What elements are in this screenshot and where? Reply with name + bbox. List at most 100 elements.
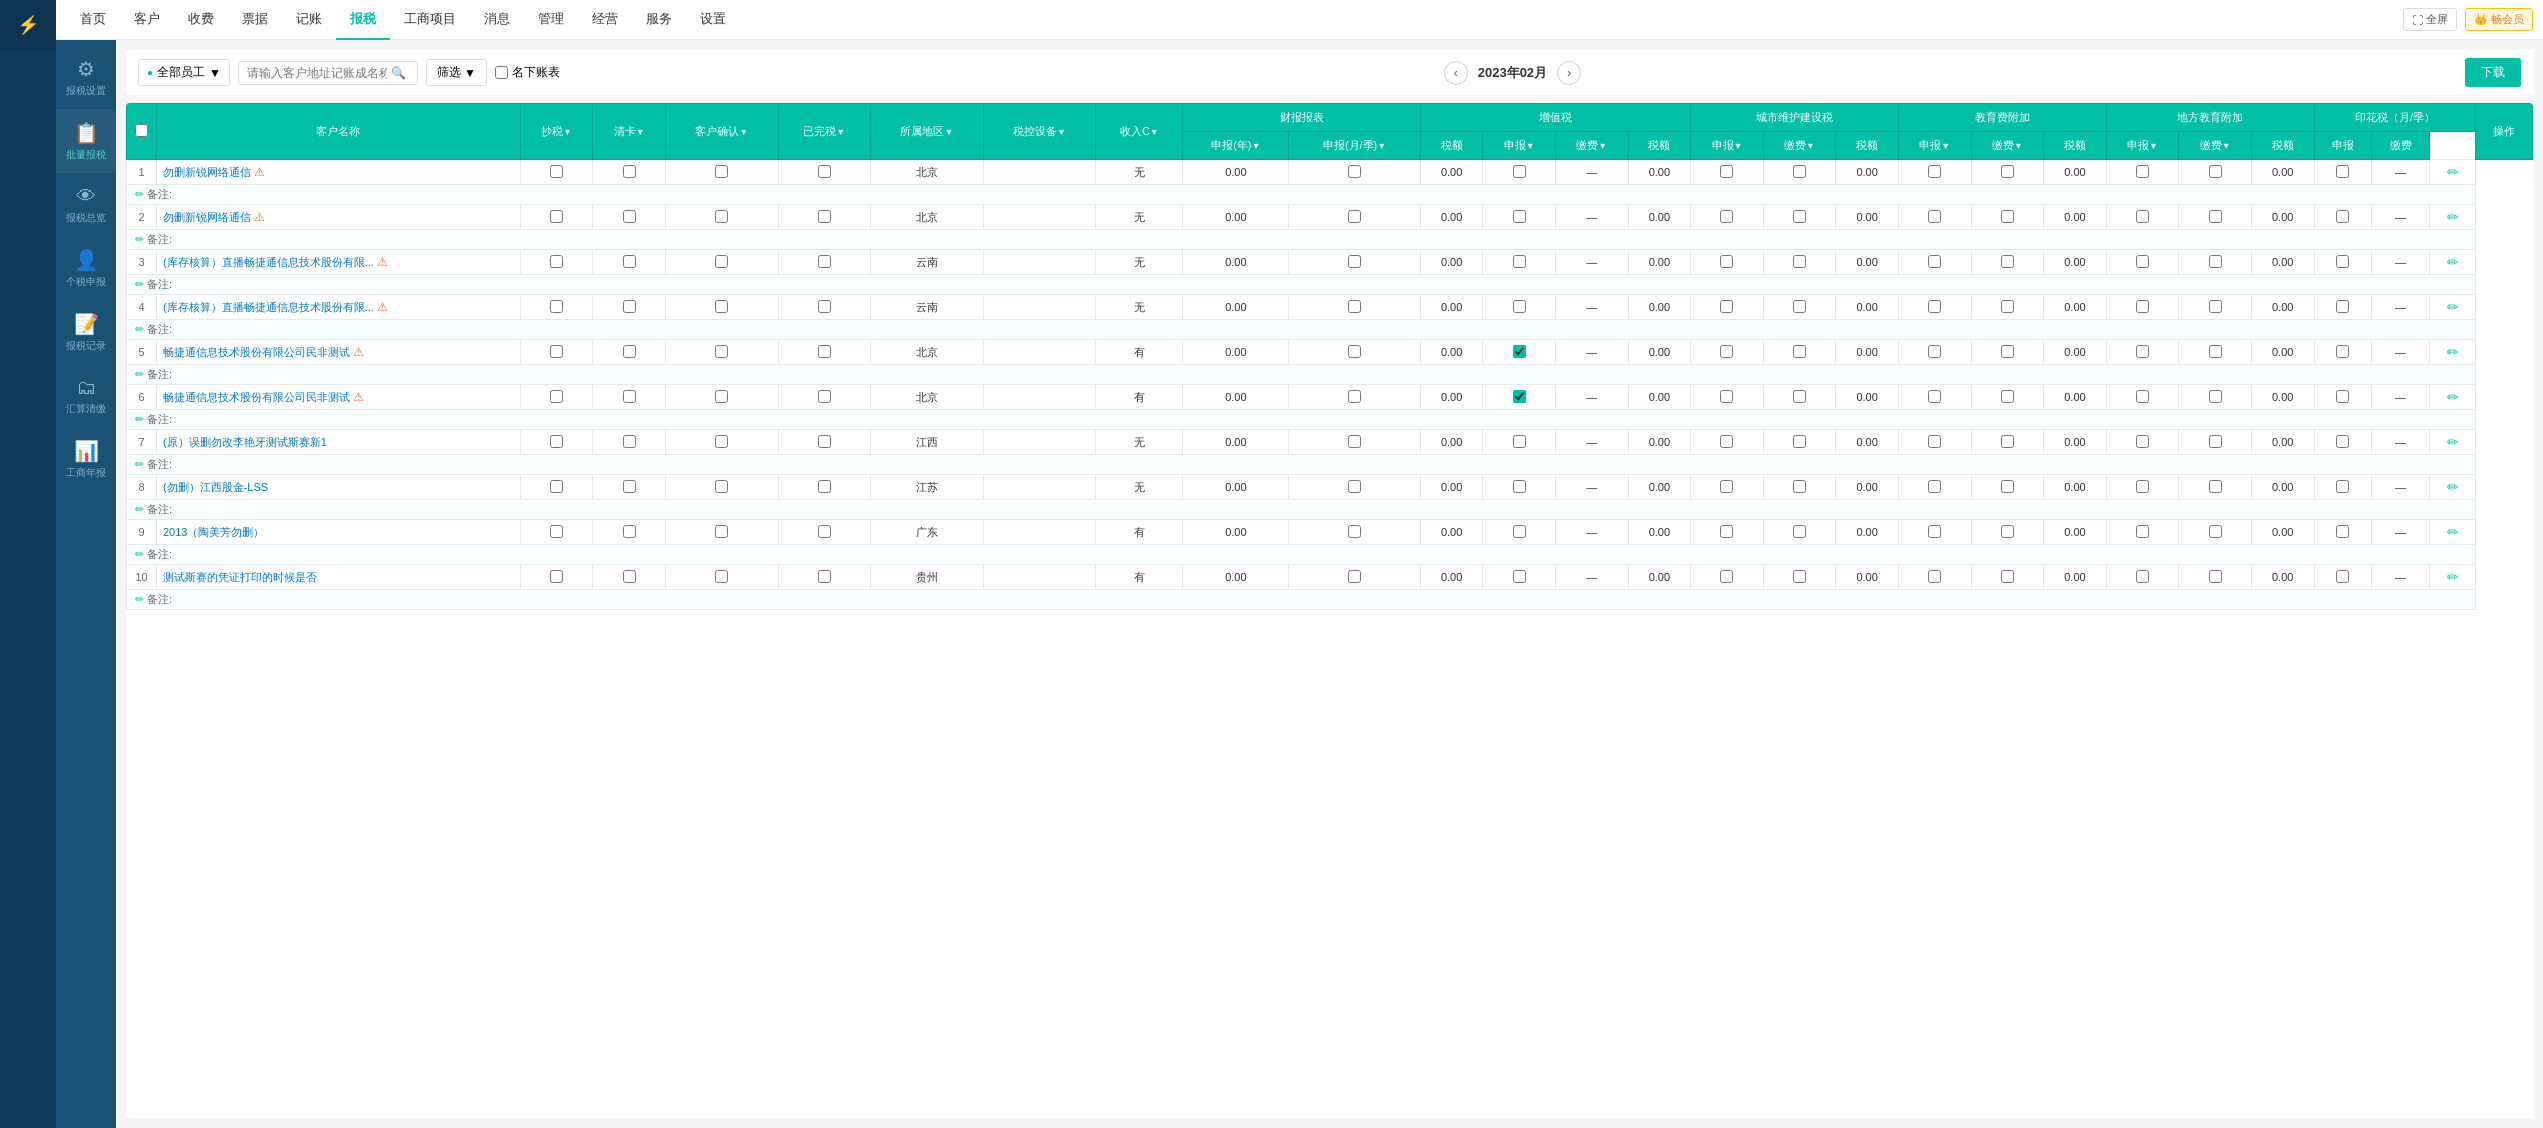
vat-declare-checkbox[interactable] bbox=[1513, 210, 1526, 223]
note-edit-icon[interactable]: ✏ bbox=[135, 233, 144, 245]
fin-year-checkbox[interactable] bbox=[1348, 570, 1361, 583]
city-declare-checkbox[interactable] bbox=[1720, 570, 1733, 583]
edu-pay-checkbox[interactable] bbox=[2001, 210, 2014, 223]
city-pay-checkbox[interactable] bbox=[1793, 435, 1806, 448]
chaoshui-checkbox[interactable] bbox=[550, 390, 563, 403]
vat-declare-checkbox[interactable] bbox=[1513, 480, 1526, 493]
edit-icon[interactable]: ✏ bbox=[2447, 524, 2459, 540]
sec-personal-tax[interactable]: 👤 个税申报 bbox=[56, 236, 116, 300]
nav-settings[interactable]: 设置 bbox=[686, 0, 740, 40]
note-edit-icon[interactable]: ✏ bbox=[135, 503, 144, 515]
note-edit-icon[interactable]: ✏ bbox=[135, 413, 144, 425]
client-link[interactable]: 2013（陶美芳勿删） bbox=[163, 526, 264, 538]
client-link[interactable]: 畅捷通信息技术股份有限公司民非测试 bbox=[163, 391, 350, 403]
client-link[interactable]: 测试斯赛的凭证打印的时候是否 bbox=[163, 571, 317, 583]
stamp-declare-checkbox[interactable] bbox=[2336, 165, 2349, 178]
localedu-pay-checkbox[interactable] bbox=[2209, 525, 2222, 538]
city-declare-checkbox[interactable] bbox=[1720, 255, 1733, 268]
city-pay-checkbox[interactable] bbox=[1793, 570, 1806, 583]
note-edit-icon[interactable]: ✏ bbox=[135, 188, 144, 200]
client-link[interactable]: 勿删新锐网络通信 bbox=[163, 166, 251, 178]
vat-declare-checkbox[interactable] bbox=[1513, 570, 1526, 583]
edit-icon[interactable]: ✏ bbox=[2447, 434, 2459, 450]
edu-declare-checkbox[interactable] bbox=[1928, 300, 1941, 313]
edu-declare-checkbox[interactable] bbox=[1928, 525, 1941, 538]
wansui-checkbox[interactable] bbox=[818, 345, 831, 358]
city-declare-checkbox[interactable] bbox=[1720, 435, 1733, 448]
fin-year-checkbox[interactable] bbox=[1348, 165, 1361, 178]
chaoshui-checkbox[interactable] bbox=[550, 525, 563, 538]
qingka-checkbox[interactable] bbox=[623, 390, 636, 403]
edu-pay-checkbox[interactable] bbox=[2001, 165, 2014, 178]
wansui-checkbox[interactable] bbox=[818, 300, 831, 313]
customer-confirm-checkbox[interactable] bbox=[715, 525, 728, 538]
localedu-pay-checkbox[interactable] bbox=[2209, 390, 2222, 403]
city-declare-checkbox[interactable] bbox=[1720, 390, 1733, 403]
localedu-pay-checkbox[interactable] bbox=[2209, 300, 2222, 313]
localedu-pay-checkbox[interactable] bbox=[2209, 480, 2222, 493]
localedu-pay-checkbox[interactable] bbox=[2209, 345, 2222, 358]
localedu-declare-checkbox[interactable] bbox=[2136, 390, 2149, 403]
next-month-btn[interactable]: › bbox=[1557, 61, 1581, 85]
nav-message[interactable]: 消息 bbox=[470, 0, 524, 40]
fin-year-checkbox[interactable] bbox=[1348, 390, 1361, 403]
sec-tax-view[interactable]: 👁 报税总览 bbox=[56, 173, 116, 236]
customer-confirm-checkbox[interactable] bbox=[715, 570, 728, 583]
edu-declare-checkbox[interactable] bbox=[1928, 390, 1941, 403]
note-edit-icon[interactable]: ✏ bbox=[135, 548, 144, 560]
stamp-declare-checkbox[interactable] bbox=[2336, 525, 2349, 538]
vat-declare-checkbox[interactable] bbox=[1513, 255, 1526, 268]
stamp-declare-checkbox[interactable] bbox=[2336, 345, 2349, 358]
stamp-declare-checkbox[interactable] bbox=[2336, 480, 2349, 493]
qingka-checkbox[interactable] bbox=[623, 300, 636, 313]
city-pay-checkbox[interactable] bbox=[1793, 210, 1806, 223]
city-pay-checkbox[interactable] bbox=[1793, 345, 1806, 358]
fin-year-checkbox[interactable] bbox=[1348, 435, 1361, 448]
localedu-declare-checkbox[interactable] bbox=[2136, 525, 2149, 538]
city-declare-checkbox[interactable] bbox=[1720, 165, 1733, 178]
chaoshui-checkbox[interactable] bbox=[550, 345, 563, 358]
mingxia-checkbox[interactable] bbox=[495, 66, 508, 79]
edu-pay-checkbox[interactable] bbox=[2001, 300, 2014, 313]
qingka-checkbox[interactable] bbox=[623, 480, 636, 493]
nav-industry[interactable]: 工商项目 bbox=[390, 0, 470, 40]
city-pay-checkbox[interactable] bbox=[1793, 300, 1806, 313]
chaoshui-checkbox[interactable] bbox=[550, 210, 563, 223]
wansui-checkbox[interactable] bbox=[818, 165, 831, 178]
city-declare-checkbox[interactable] bbox=[1720, 300, 1733, 313]
edit-icon[interactable]: ✏ bbox=[2447, 209, 2459, 225]
stamp-declare-checkbox[interactable] bbox=[2336, 255, 2349, 268]
vat-declare-checkbox[interactable] bbox=[1513, 525, 1526, 538]
wansui-checkbox[interactable] bbox=[818, 390, 831, 403]
edu-declare-checkbox[interactable] bbox=[1928, 435, 1941, 448]
wansui-checkbox[interactable] bbox=[818, 525, 831, 538]
customer-confirm-checkbox[interactable] bbox=[715, 255, 728, 268]
qingka-checkbox[interactable] bbox=[623, 435, 636, 448]
stamp-declare-checkbox[interactable] bbox=[2336, 210, 2349, 223]
search-input[interactable] bbox=[247, 66, 387, 80]
sec-annual-report[interactable]: 📊 工商年报 bbox=[56, 427, 116, 491]
edu-pay-checkbox[interactable] bbox=[2001, 255, 2014, 268]
client-link[interactable]: (库存核算）直播畅捷通信息技术股份有限... bbox=[163, 256, 374, 268]
nav-billing[interactable]: 收费 bbox=[174, 0, 228, 40]
wansui-checkbox[interactable] bbox=[818, 210, 831, 223]
localedu-declare-checkbox[interactable] bbox=[2136, 480, 2149, 493]
city-pay-checkbox[interactable] bbox=[1793, 165, 1806, 178]
nav-client[interactable]: 客户 bbox=[120, 0, 174, 40]
customer-confirm-checkbox[interactable] bbox=[715, 390, 728, 403]
fin-year-checkbox[interactable] bbox=[1348, 255, 1361, 268]
edit-icon[interactable]: ✏ bbox=[2447, 299, 2459, 315]
nav-management[interactable]: 管理 bbox=[524, 0, 578, 40]
wansui-checkbox[interactable] bbox=[818, 255, 831, 268]
edu-declare-checkbox[interactable] bbox=[1928, 345, 1941, 358]
city-declare-checkbox[interactable] bbox=[1720, 345, 1733, 358]
localedu-pay-checkbox[interactable] bbox=[2209, 570, 2222, 583]
vat-declare-checkbox[interactable] bbox=[1513, 435, 1526, 448]
chaoshui-checkbox[interactable] bbox=[550, 570, 563, 583]
city-declare-checkbox[interactable] bbox=[1720, 525, 1733, 538]
edit-icon[interactable]: ✏ bbox=[2447, 479, 2459, 495]
edu-declare-checkbox[interactable] bbox=[1928, 570, 1941, 583]
fin-year-checkbox[interactable] bbox=[1348, 480, 1361, 493]
checkbox-minxiabiaobiao[interactable]: 名下账表 bbox=[495, 64, 560, 81]
qingka-checkbox[interactable] bbox=[623, 525, 636, 538]
